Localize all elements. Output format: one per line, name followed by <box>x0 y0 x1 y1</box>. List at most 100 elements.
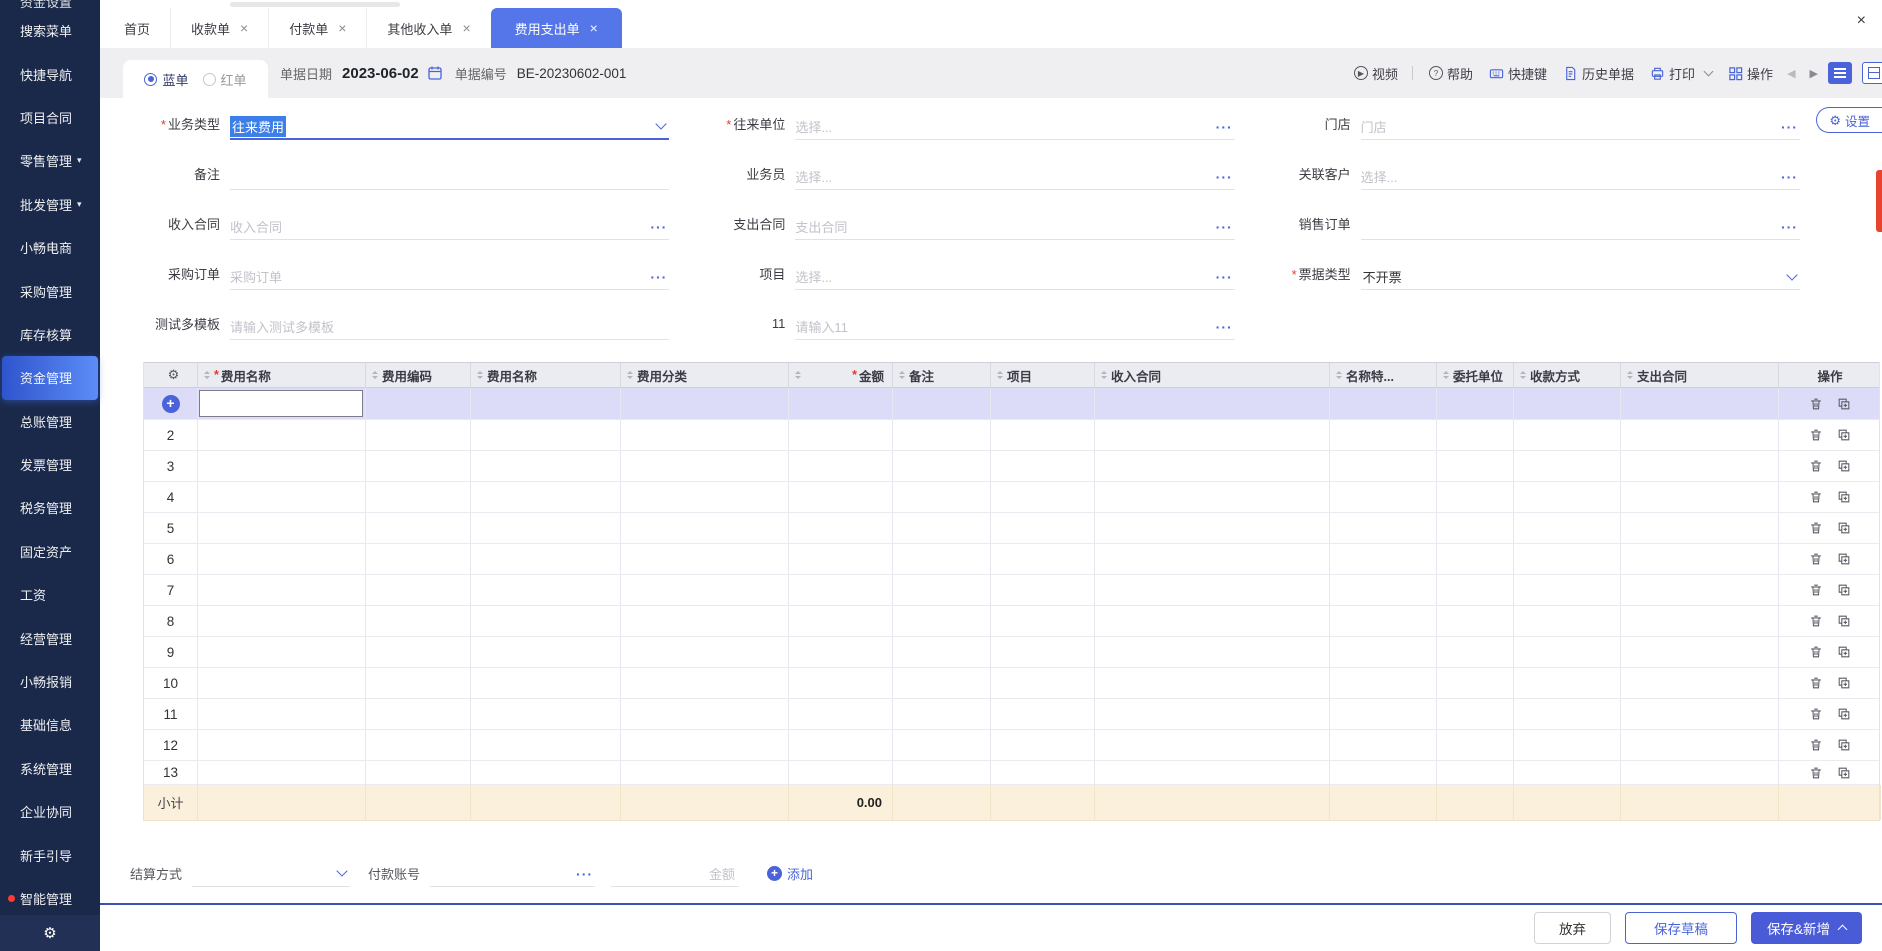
grid-cell[interactable] <box>1330 637 1437 667</box>
grid-cell[interactable] <box>366 637 471 667</box>
grid-cell[interactable] <box>1621 637 1779 667</box>
grid-cell[interactable] <box>893 513 991 543</box>
grid-cell[interactable] <box>1095 575 1330 605</box>
grid-cell[interactable] <box>1330 420 1437 450</box>
grid-cell[interactable] <box>1437 451 1514 481</box>
grid-cell[interactable] <box>198 668 366 698</box>
chevron-down-icon[interactable] <box>655 118 667 130</box>
grid-cell[interactable] <box>621 668 789 698</box>
field-memo-input[interactable] <box>230 164 670 190</box>
gear-icon[interactable]: ⚙ <box>43 926 56 941</box>
grid-cell[interactable] <box>1621 388 1779 419</box>
grid-cell[interactable] <box>893 637 991 667</box>
grid-cell[interactable] <box>471 388 621 419</box>
discard-button[interactable]: 放弃 <box>1533 912 1611 944</box>
grid-cell[interactable] <box>621 699 789 729</box>
grid-cell[interactable] <box>789 668 893 698</box>
delete-row-icon[interactable] <box>1809 428 1823 442</box>
grid-cell[interactable] <box>1621 420 1779 450</box>
grid-col-income-contract[interactable]: 收入合同 <box>1095 363 1330 387</box>
sort-icon[interactable] <box>1520 368 1526 382</box>
grid-cell[interactable] <box>471 420 621 450</box>
grid-cell[interactable] <box>1437 420 1514 450</box>
grid-cell[interactable] <box>366 451 471 481</box>
sidebar-item-xiaochang-ecommerce[interactable]: 小畅电商 <box>0 226 100 269</box>
sidebar-item-basic-info[interactable]: 基础信息 <box>0 703 100 746</box>
grid-cell[interactable] <box>1330 388 1437 419</box>
grid-cell[interactable] <box>471 730 621 760</box>
grid-cell[interactable] <box>471 451 621 481</box>
grid-cell[interactable] <box>1330 668 1437 698</box>
grid-cell[interactable] <box>991 606 1095 636</box>
delete-row-icon[interactable] <box>1809 459 1823 473</box>
grid-cell[interactable] <box>621 730 789 760</box>
grid-cell[interactable] <box>471 482 621 512</box>
sidebar-item-general-ledger[interactable]: 总账管理 <box>0 400 100 443</box>
grid-cell[interactable] <box>893 420 991 450</box>
copy-row-icon[interactable] <box>1837 428 1851 442</box>
grid-cell[interactable] <box>1330 606 1437 636</box>
grid-cell[interactable] <box>198 513 366 543</box>
grid-cell[interactable] <box>471 699 621 729</box>
grid-cell[interactable] <box>1330 730 1437 760</box>
copy-row-icon[interactable] <box>1837 645 1851 659</box>
sidebar-item-retail-mgmt[interactable]: 零售管理 ▾ <box>0 139 100 182</box>
grid-cell[interactable] <box>1514 544 1621 574</box>
grid-cell[interactable] <box>1330 513 1437 543</box>
grid-cell[interactable] <box>1514 606 1621 636</box>
sidebar-item-wholesale-mgmt[interactable]: 批发管理 ▾ <box>0 183 100 226</box>
sort-icon[interactable] <box>997 368 1003 382</box>
sort-icon[interactable] <box>1443 368 1449 382</box>
grid-cell[interactable] <box>1330 544 1437 574</box>
grid-cell[interactable] <box>1330 575 1437 605</box>
sidebar-item-quick-nav[interactable]: 快捷导航 <box>0 52 100 95</box>
grid-cell[interactable] <box>1514 388 1621 419</box>
grid-cell[interactable] <box>789 513 893 543</box>
ellipsis-picker-icon[interactable]: ··· <box>650 219 669 235</box>
ellipsis-picker-icon[interactable]: ··· <box>1216 269 1235 285</box>
sidebar-item-xiaochang-expense[interactable]: 小畅报销 <box>0 660 100 703</box>
ellipsis-picker-icon[interactable]: ··· <box>650 269 669 285</box>
chevron-down-icon[interactable] <box>336 864 348 877</box>
tab-other-income-voucher[interactable]: 其他收入单 × <box>366 8 490 48</box>
grid-cell[interactable] <box>1437 388 1514 419</box>
grid-cell[interactable] <box>198 761 366 784</box>
ellipsis-picker-icon[interactable]: ··· <box>1216 319 1235 335</box>
field-salesperson-input[interactable]: 选择... ··· <box>795 164 1235 190</box>
grid-cell[interactable] <box>621 637 789 667</box>
copy-row-icon[interactable] <box>1837 552 1851 566</box>
grid-col-fee-name-2[interactable]: 费用名称 <box>471 363 621 387</box>
grid-cell[interactable] <box>1095 730 1330 760</box>
grid-cell[interactable] <box>789 699 893 729</box>
window-close-icon[interactable]: × <box>1857 12 1866 30</box>
grid-cell[interactable] <box>471 513 621 543</box>
grid-cell[interactable] <box>1095 637 1330 667</box>
grid-cell[interactable] <box>621 451 789 481</box>
field-project-input[interactable]: 选择... ··· <box>795 264 1235 290</box>
grid-cell[interactable] <box>991 513 1095 543</box>
sidebar-item-inventory-accounting[interactable]: 库存核算 <box>0 313 100 356</box>
ellipsis-picker-icon[interactable]: ··· <box>1781 169 1800 185</box>
grid-cell[interactable] <box>1437 513 1514 543</box>
radio-red-doc[interactable]: 红单 <box>202 70 247 89</box>
grid-cell[interactable] <box>366 761 471 784</box>
copy-row-icon[interactable] <box>1837 766 1851 780</box>
grid-cell[interactable] <box>471 544 621 574</box>
field-purchase-order-input[interactable]: 采购订单 ··· <box>230 264 670 290</box>
grid-cell[interactable] <box>789 606 893 636</box>
fee-name-input[interactable] <box>199 390 363 417</box>
grid-cell[interactable] <box>366 544 471 574</box>
tab-expense-voucher[interactable]: 费用支出单 × <box>490 8 622 48</box>
grid-cell[interactable] <box>1621 606 1779 636</box>
grid-cell[interactable] <box>1330 699 1437 729</box>
tab-close-icon[interactable]: × <box>462 21 470 35</box>
grid-cell[interactable] <box>789 637 893 667</box>
delete-row-icon[interactable] <box>1809 766 1823 780</box>
grid-cell[interactable] <box>1514 420 1621 450</box>
grid-cell[interactable] <box>1514 637 1621 667</box>
settle-method-select[interactable] <box>192 861 351 887</box>
delete-row-icon[interactable] <box>1809 521 1823 535</box>
grid-cell[interactable] <box>1437 730 1514 760</box>
delete-row-icon[interactable] <box>1809 397 1823 411</box>
grid-col-project[interactable]: 项目 <box>991 363 1095 387</box>
